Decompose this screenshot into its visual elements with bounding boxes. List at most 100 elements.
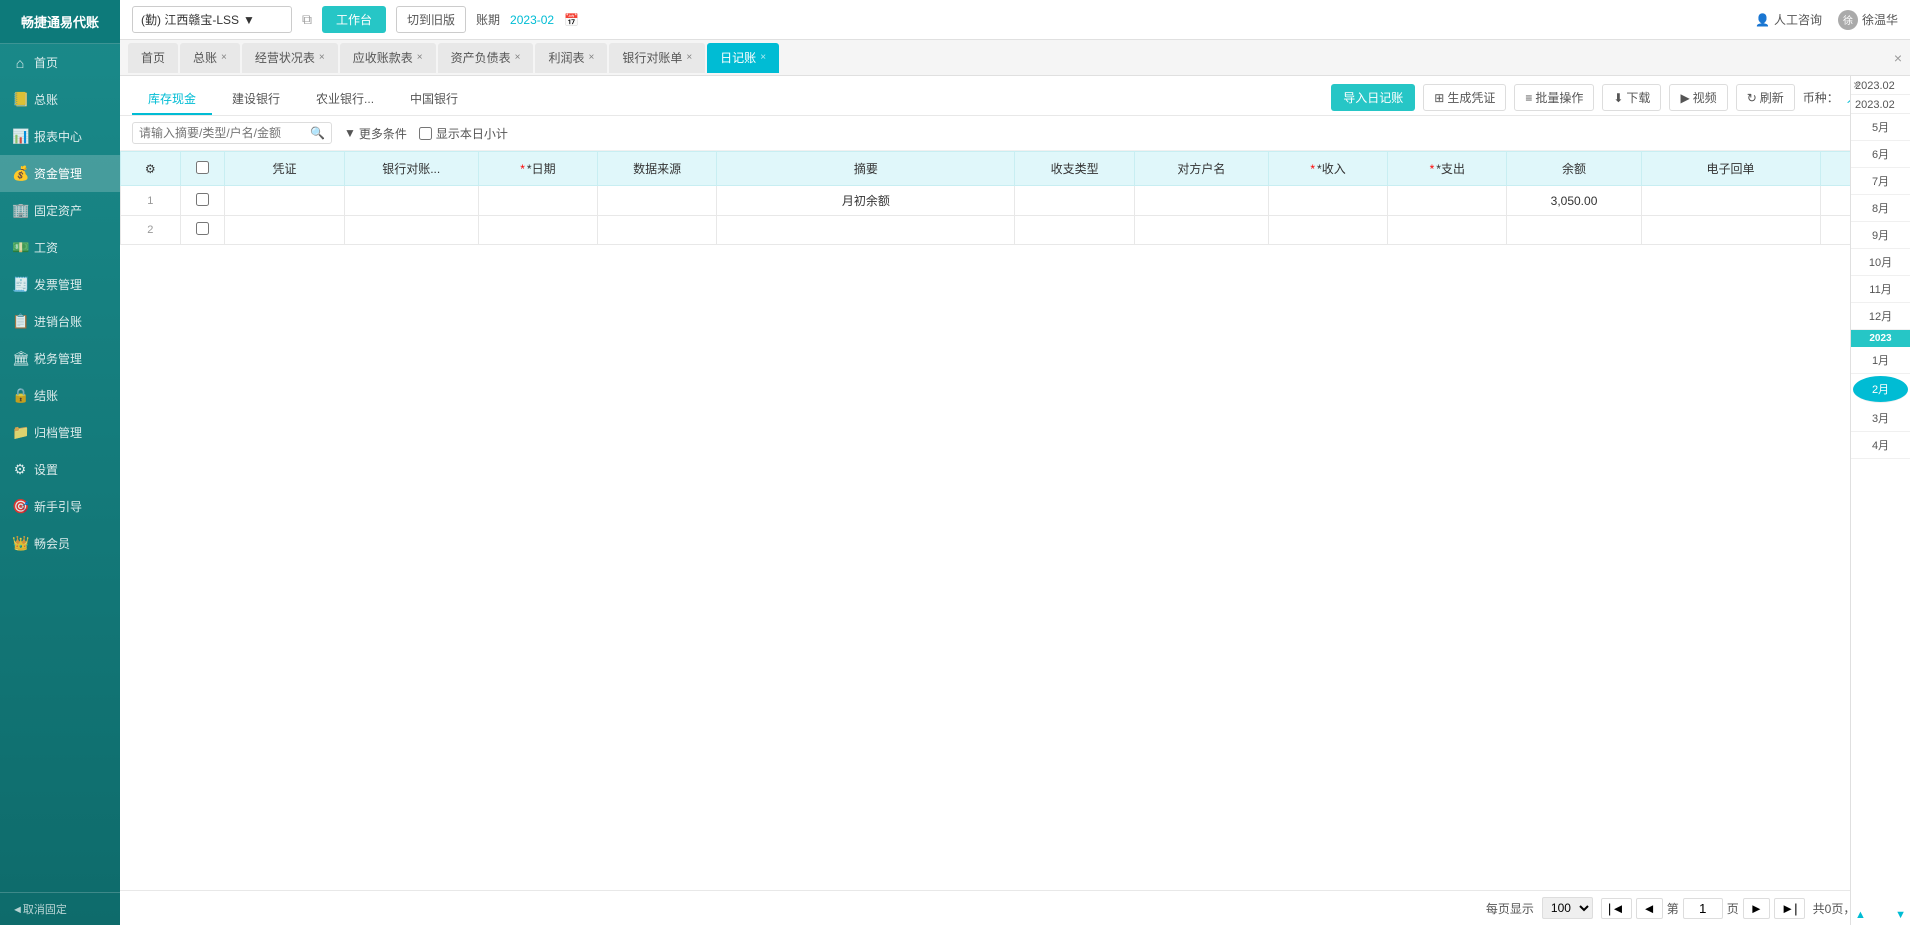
sidebar-item-label: 畅会员	[34, 535, 70, 552]
row-balance-1: 3,050.00	[1507, 186, 1641, 216]
cal-scroll-up-icon[interactable]: ▲	[1855, 909, 1866, 921]
cal-month-10[interactable]: 10月	[1851, 249, 1910, 276]
row-voucher-1	[225, 186, 344, 216]
refresh-button[interactable]: ↻ 刷新	[1736, 84, 1795, 111]
home-icon: ⌂	[12, 55, 28, 71]
filter-icon: ▼	[344, 126, 356, 140]
sidebar-item-ledger[interactable]: 📒 总账	[0, 81, 120, 118]
sidebar-item-label: 工资	[34, 239, 58, 256]
search-icon[interactable]: 🔍	[310, 126, 325, 140]
period-value[interactable]: 2023-02	[510, 13, 554, 27]
sidebar-item-archive[interactable]: 📁 归档管理	[0, 414, 120, 451]
page-input[interactable]	[1683, 898, 1723, 919]
tab-ledger[interactable]: 总账 ×	[180, 43, 240, 73]
cal-2023-month-2[interactable]: 2月	[1853, 376, 1908, 403]
workbench-button[interactable]: 工作台	[322, 6, 386, 33]
last-page-button[interactable]: ►|	[1774, 898, 1805, 919]
tab-close-all-icon[interactable]: ×	[1894, 50, 1902, 66]
cal-2023-month-4[interactable]: 4月	[1851, 432, 1910, 459]
sidebar-item-salary[interactable]: 💵 工资	[0, 229, 120, 266]
cal-year-2023-pre-label: 2023.02	[1855, 99, 1895, 111]
calendar-icon[interactable]: 📅	[564, 13, 579, 27]
sidebar-item-fixed[interactable]: 🏢 固定资产	[0, 192, 120, 229]
cal-month-7[interactable]: 7月	[1851, 168, 1910, 195]
topbar-right: 👤 人工咨询 徐 徐温华	[1755, 10, 1898, 30]
per-page-select[interactable]: 100	[1542, 897, 1593, 919]
tab-business-close[interactable]: ×	[319, 52, 325, 63]
select-all-checkbox[interactable]	[196, 161, 209, 174]
cal-month-11[interactable]: 11月	[1851, 276, 1910, 303]
tab-assets-close[interactable]: ×	[515, 52, 521, 63]
old-version-button[interactable]: 切到旧版	[396, 6, 466, 33]
show-daily-checkbox[interactable]: 显示本日小计	[419, 125, 508, 142]
salary-icon: 💵	[12, 239, 28, 256]
next-page-button[interactable]: ►	[1743, 898, 1770, 919]
sidebar-item-finance[interactable]: 💰 资金管理	[0, 155, 120, 192]
sidebar-item-close[interactable]: 🔒 结账	[0, 377, 120, 414]
generate-voucher-button[interactable]: ⊞ 生成凭证	[1423, 84, 1506, 111]
user-profile-button[interactable]: 徐 徐温华	[1838, 10, 1898, 30]
more-filter-button[interactable]: ▼ 更多条件	[344, 125, 407, 142]
cal-month-6[interactable]: 6月	[1851, 141, 1910, 168]
tab-ledger-close[interactable]: ×	[221, 52, 227, 63]
sidebar-item-settings[interactable]: ⚙ 设置	[0, 451, 120, 488]
close-calendar-button[interactable]: ×	[1853, 78, 1860, 92]
tab-business[interactable]: 经营状况表 ×	[242, 43, 338, 73]
sub-tab-agriculture[interactable]: 农业银行...	[300, 84, 390, 115]
cal-scroll-down-icon[interactable]: ▼	[1895, 909, 1906, 921]
sidebar-item-label: 总账	[34, 91, 58, 108]
tab-assets[interactable]: 资产负债表 ×	[438, 43, 534, 73]
sidebar-item-guide[interactable]: 🎯 新手引导	[0, 488, 120, 525]
company-selector[interactable]: (勤) 江西赣宝-LSS ▼	[132, 6, 292, 33]
sub-tab-china[interactable]: 中国银行	[394, 84, 474, 115]
tab-profit[interactable]: 利润表 ×	[535, 43, 607, 73]
col-source-header: 数据来源	[598, 152, 717, 186]
sidebar-item-member[interactable]: 👑 畅会员	[0, 525, 120, 562]
tab-profit-close[interactable]: ×	[588, 52, 594, 63]
sidebar-item-purchase[interactable]: 📋 进销台账	[0, 303, 120, 340]
tab-bank-close[interactable]: ×	[686, 52, 692, 63]
sub-tab-construction[interactable]: 建设银行	[216, 84, 296, 115]
row-party-1	[1134, 186, 1268, 216]
row-type-2	[1015, 216, 1134, 245]
col-settings[interactable]: ⚙	[121, 152, 181, 186]
cal-month-8[interactable]: 8月	[1851, 195, 1910, 222]
sidebar-item-invoice[interactable]: 🧾 发票管理	[0, 266, 120, 303]
sub-tab-cash[interactable]: 库存现金	[132, 84, 212, 115]
tab-home-label: 首页	[141, 49, 165, 66]
tab-journal-close[interactable]: ×	[760, 52, 766, 63]
copy-icon[interactable]: ⧉	[302, 11, 312, 28]
cal-2023-month-1[interactable]: 1月	[1851, 347, 1910, 374]
batch-operation-button[interactable]: ≡ 批量操作	[1514, 84, 1594, 111]
first-page-button[interactable]: |◄	[1601, 898, 1632, 919]
tab-receivable-close[interactable]: ×	[417, 52, 423, 63]
cal-month-12[interactable]: 12月	[1851, 303, 1910, 330]
row-source-2	[598, 216, 717, 245]
download-button[interactable]: ⬇ 下载	[1602, 84, 1661, 111]
row-expense-2	[1388, 216, 1507, 245]
refresh-icon: ↻	[1747, 91, 1757, 105]
row-income-2	[1268, 216, 1387, 245]
sidebar-item-home[interactable]: ⌂ 首页	[0, 44, 120, 81]
tab-home[interactable]: 首页	[128, 43, 178, 73]
collapse-sidebar-button[interactable]: ◄取消固定	[0, 892, 120, 925]
sidebar-item-tax[interactable]: 🏛 税务管理	[0, 340, 120, 377]
col-check[interactable]	[180, 152, 225, 186]
col-efile-header: 电子回单	[1641, 152, 1820, 186]
cal-2023-month-3[interactable]: 3月	[1851, 405, 1910, 432]
row-check-1[interactable]	[180, 186, 225, 216]
tab-journal[interactable]: 日记账 ×	[707, 43, 779, 73]
daily-checkbox-input[interactable]	[419, 127, 432, 140]
cal-month-9[interactable]: 9月	[1851, 222, 1910, 249]
user-service-button[interactable]: 👤 人工咨询	[1755, 11, 1822, 28]
company-dropdown-icon: ▼	[243, 13, 255, 27]
import-journal-button[interactable]: 导入日记账	[1331, 84, 1415, 111]
prev-page-button[interactable]: ◄	[1636, 898, 1663, 919]
tab-bank[interactable]: 银行对账单 ×	[609, 43, 705, 73]
search-input[interactable]	[139, 126, 306, 140]
cal-month-5[interactable]: 5月	[1851, 114, 1910, 141]
row-check-2[interactable]	[180, 216, 225, 245]
sidebar-item-reports[interactable]: 📊 报表中心	[0, 118, 120, 155]
video-button[interactable]: ▶ 视频	[1669, 84, 1727, 111]
tab-receivable[interactable]: 应收账款表 ×	[340, 43, 436, 73]
